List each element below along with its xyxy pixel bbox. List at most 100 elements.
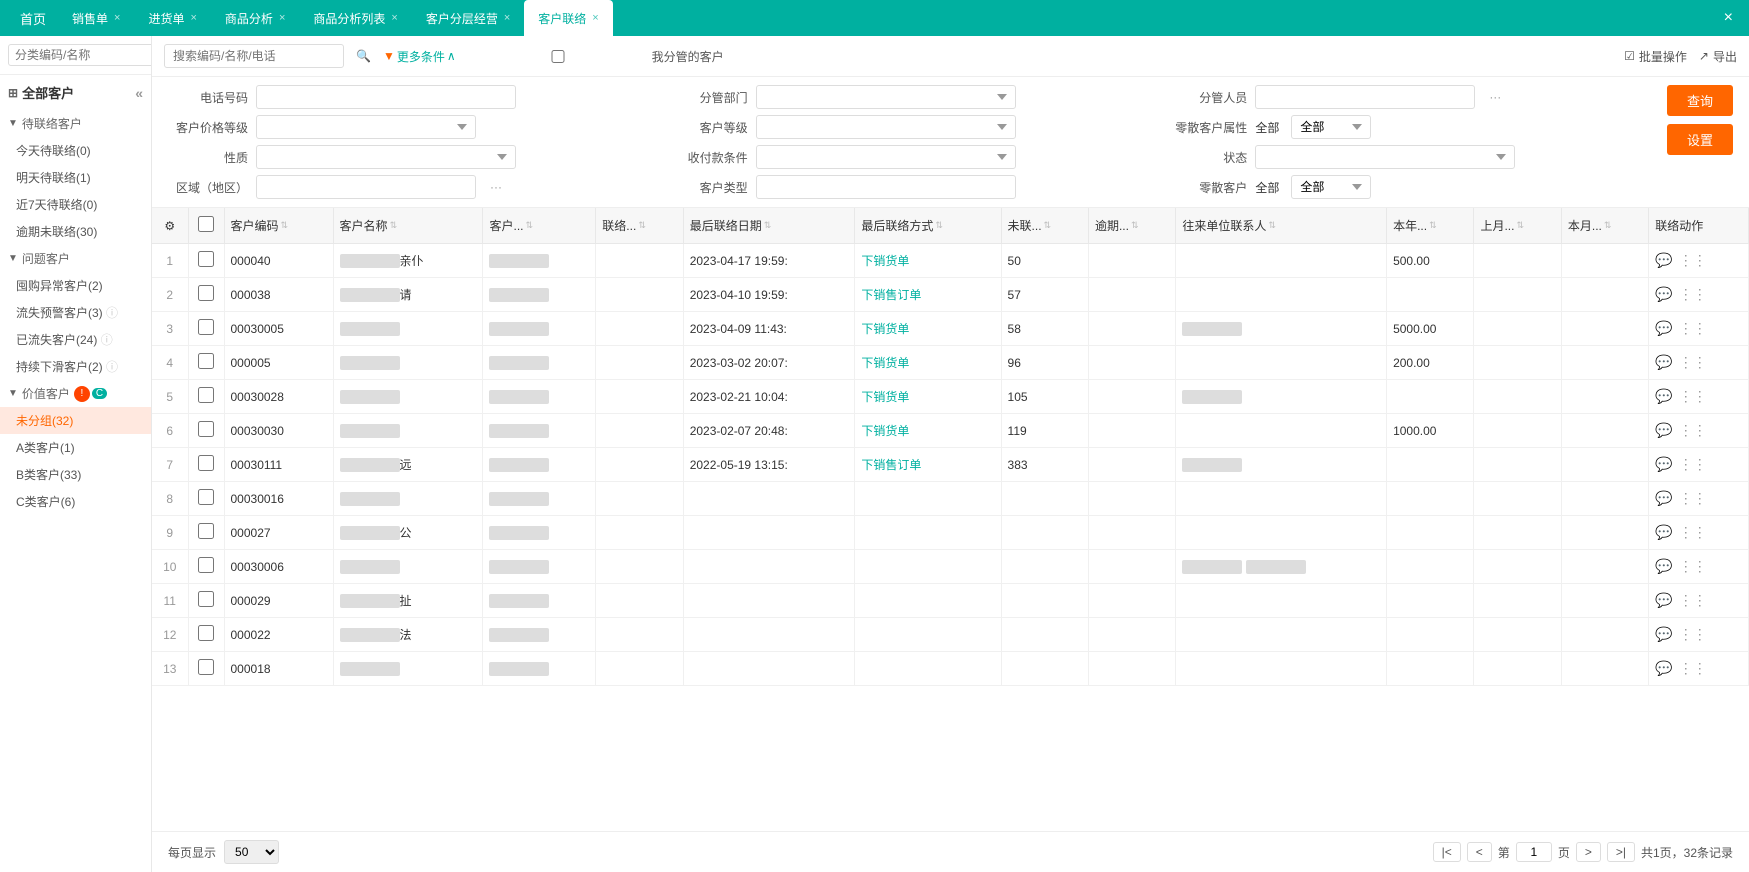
message-icon[interactable]: 💬 [1655,592,1672,609]
row-checkbox[interactable] [188,380,224,414]
row-select-checkbox[interactable] [198,523,214,539]
checkbox-col-header[interactable] [188,208,224,244]
search-input[interactable] [164,44,344,68]
more-icon[interactable]: ⋮⋮ [1679,354,1707,371]
select-all-checkbox[interactable] [198,216,214,232]
row-checkbox[interactable] [188,414,224,448]
close-icon[interactable]: × [391,12,397,24]
more-icon[interactable]: ⋮⋮ [1679,558,1707,575]
sidebar-all-customers-header[interactable]: ⊞ 全部客户 « [0,75,151,110]
row-select-checkbox[interactable] [198,319,214,335]
last-page-btn[interactable]: >| [1607,842,1635,862]
payment-select[interactable] [756,145,1016,169]
nature-select[interactable] [256,145,516,169]
row-checkbox[interactable] [188,482,224,516]
nav-tab-sales[interactable]: 销售单 × [58,0,134,36]
more-icon[interactable]: ⋮⋮ [1679,660,1707,677]
row-select-checkbox[interactable] [198,421,214,437]
message-icon[interactable]: 💬 [1655,252,1672,269]
row-checkbox[interactable] [188,550,224,584]
reset-button[interactable]: 设置 [1667,124,1733,155]
page-input[interactable] [1516,842,1552,862]
sidebar-item-churned[interactable]: 已流失客户(24) ⓘ [0,326,151,353]
region-input[interactable] [256,175,476,199]
export-btn[interactable]: ↗ 导出 [1699,48,1737,65]
message-icon[interactable]: 💬 [1655,422,1672,439]
my-customers-checkbox[interactable]: 我分管的客户 [468,48,724,65]
window-close-button[interactable]: × [1716,9,1741,27]
next-page-btn[interactable]: > [1576,842,1601,862]
row-checkbox[interactable] [188,312,224,346]
more-icon[interactable]: ⋮⋮ [1679,422,1707,439]
last-method-link[interactable]: 下销货单 [861,356,909,370]
message-icon[interactable]: 💬 [1655,524,1672,541]
message-icon[interactable]: 💬 [1655,320,1672,337]
last-method-link[interactable]: 下销货单 [861,424,909,438]
row-checkbox[interactable] [188,448,224,482]
message-icon[interactable]: 💬 [1655,354,1672,371]
first-page-btn[interactable]: |< [1433,842,1461,862]
row-select-checkbox[interactable] [198,625,214,641]
nav-tab-customer-contact[interactable]: 客户联络 × [524,0,612,36]
nav-home[interactable]: 首页 [8,9,58,28]
last-method-link[interactable]: 下销货单 [861,390,909,404]
retail-attr-select[interactable]: 全部 [1291,115,1371,139]
row-select-checkbox[interactable] [198,489,214,505]
query-button[interactable]: 查询 [1667,85,1733,116]
nav-tab-purchase[interactable]: 进货单 × [134,0,210,36]
message-icon[interactable]: 💬 [1655,490,1672,507]
sidebar-item-class-a[interactable]: A类客户(1) [0,434,151,461]
close-icon[interactable]: × [114,12,120,24]
row-select-checkbox[interactable] [198,285,214,301]
row-select-checkbox[interactable] [198,387,214,403]
more-icon[interactable]: ⋮⋮ [1679,626,1707,643]
sidebar-group-problem[interactable]: ▼ 问题客户 [0,245,151,272]
last-method-link[interactable]: 下销货单 [861,254,909,268]
settings-col-header[interactable]: ⚙ [152,208,188,244]
person-input[interactable] [1255,85,1475,109]
sidebar-item-today[interactable]: 今天待联络(0) [0,137,151,164]
phone-input[interactable] [256,85,516,109]
more-conditions-btn[interactable]: ▼ 更多条件 ∧ [383,48,456,65]
more-icon[interactable]: ⋮⋮ [1679,252,1707,269]
more-icon[interactable]: ⋮⋮ [1679,490,1707,507]
row-checkbox[interactable] [188,618,224,652]
last-method-link[interactable]: 下销货单 [861,322,909,336]
per-page-select[interactable]: 50 100 200 [224,840,279,864]
sidebar-item-declining[interactable]: 持续下滑客户(2) ⓘ [0,353,151,380]
my-customers-check[interactable] [468,50,648,63]
nav-tab-customer-mgmt[interactable]: 客户分层经营 × [412,0,524,36]
row-checkbox[interactable] [188,346,224,380]
more-icon[interactable]: ⋮⋮ [1679,524,1707,541]
sidebar-item-ungroup[interactable]: 未分组(32) [0,407,151,434]
message-icon[interactable]: 💬 [1655,388,1672,405]
row-select-checkbox[interactable] [198,659,214,675]
nav-tab-analysis-list[interactable]: 商品分析列表 × [299,0,411,36]
row-checkbox[interactable] [188,584,224,618]
more-icon[interactable]: ⋮⋮ [1679,388,1707,405]
batch-ops-btn[interactable]: ☑ 批量操作 [1624,48,1687,65]
more-icon[interactable]: ⋮⋮ [1679,592,1707,609]
row-select-checkbox[interactable] [198,591,214,607]
retail-select[interactable]: 全部 [1291,175,1371,199]
dept-select[interactable] [756,85,1016,109]
last-method-link[interactable]: 下销售订单 [861,288,921,302]
sidebar-group-pending[interactable]: ▼ 待联络客户 [0,110,151,137]
row-select-checkbox[interactable] [198,251,214,267]
close-icon[interactable]: × [190,12,196,24]
row-checkbox[interactable] [188,278,224,312]
row-select-checkbox[interactable] [198,557,214,573]
dots-btn[interactable]: ··· [1483,88,1507,106]
more-icon[interactable]: ⋮⋮ [1679,320,1707,337]
row-checkbox[interactable] [188,516,224,550]
search-filter-icon[interactable]: 🔍 [356,49,371,63]
sidebar-item-abnormal[interactable]: 囤购异常客户(2) [0,272,151,299]
sidebar-item-tomorrow[interactable]: 明天待联络(1) [0,164,151,191]
sidebar-item-7days[interactable]: 近7天待联络(0) [0,191,151,218]
close-icon[interactable]: × [592,12,598,24]
sidebar-item-overdue[interactable]: 逾期未联络(30) [0,218,151,245]
customer-type-input[interactable] [756,175,1016,199]
row-checkbox[interactable] [188,652,224,686]
message-icon[interactable]: 💬 [1655,456,1672,473]
sidebar-item-churn-warning[interactable]: 流失预警客户(3) ⓘ [0,299,151,326]
